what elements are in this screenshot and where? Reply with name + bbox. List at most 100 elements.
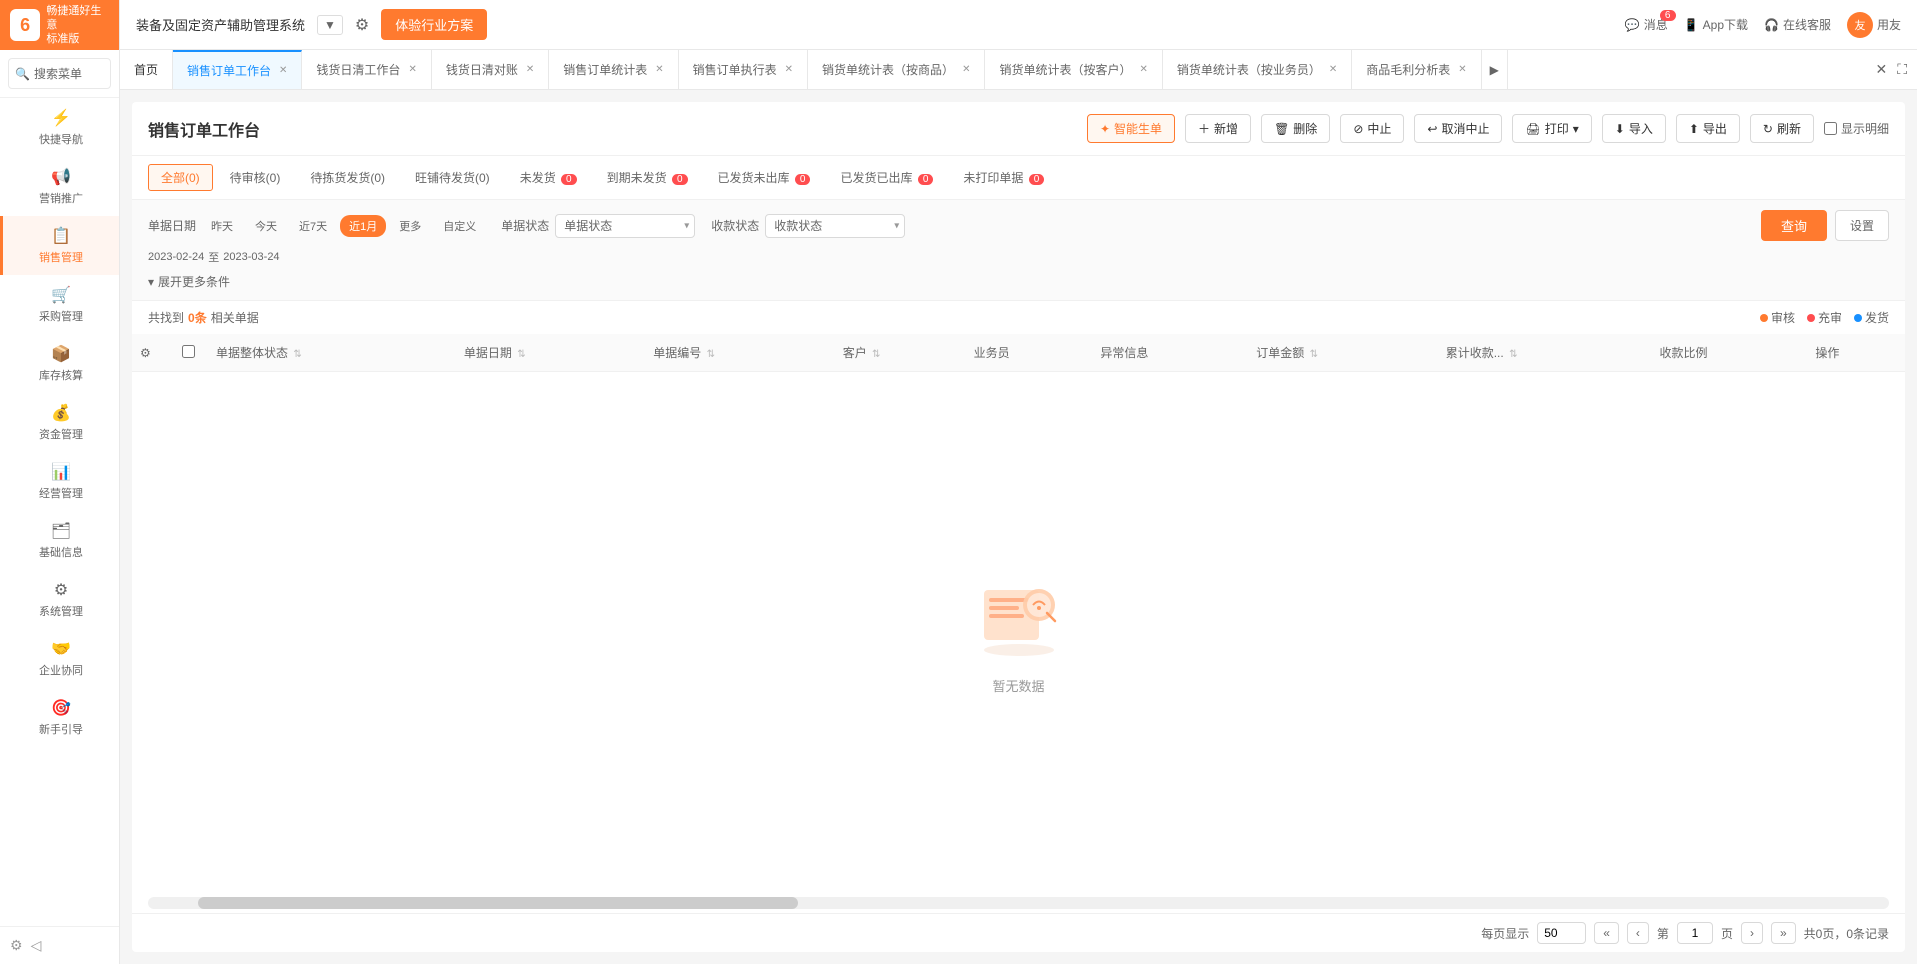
tab-close-sales-order[interactable]: ✕ bbox=[279, 65, 287, 76]
expand-conditions-btn[interactable]: ▾ 展开更多条件 bbox=[148, 273, 230, 290]
tab-sales-order[interactable]: 销售订单工作台 ✕ bbox=[173, 50, 302, 89]
tab-sales-stats[interactable]: 销售订单统计表 ✕ bbox=[549, 50, 678, 89]
sidebar-item-basic-info[interactable]: 🗂 基础信息 bbox=[0, 511, 119, 570]
date-chip-yesterday[interactable]: 昨天 bbox=[202, 215, 242, 237]
ai-generate-btn[interactable]: ✦ 智能生单 bbox=[1087, 114, 1175, 143]
search-settings-btn[interactable]: 设置 bbox=[1835, 210, 1889, 241]
unreview-action-btn[interactable]: 充审 bbox=[1807, 309, 1842, 326]
tab-sales-summary-staff[interactable]: 销货单统计表（按业务员） ✕ bbox=[1163, 50, 1352, 89]
refresh-btn[interactable]: ↻ 刷新 bbox=[1750, 114, 1814, 143]
import-btn[interactable]: ⬇ 导入 bbox=[1602, 114, 1666, 143]
tab-close-all-btn[interactable]: ✕ bbox=[1871, 59, 1891, 80]
tab-home[interactable]: 首页 bbox=[120, 50, 173, 89]
sidebar-item-enterprise[interactable]: 🤝 企业协同 bbox=[0, 629, 119, 688]
export-btn[interactable]: ⬆ 导出 bbox=[1676, 114, 1740, 143]
tab-close-sales-stats[interactable]: ✕ bbox=[655, 64, 663, 75]
tab-more-btn[interactable]: ▶ bbox=[1482, 50, 1508, 89]
date-chip-today[interactable]: 今天 bbox=[246, 215, 286, 237]
filter-tab-wangpu-ship[interactable]: 旺铺待发货(0) bbox=[402, 164, 503, 191]
filter-tab-pending-review[interactable]: 待审核(0) bbox=[217, 164, 294, 191]
sort-customer[interactable]: ⇅ bbox=[872, 349, 880, 360]
messages-btn[interactable]: 💬 消息 6 bbox=[1625, 16, 1668, 33]
sidebar-item-finance[interactable]: 💰 资金管理 bbox=[0, 393, 119, 452]
horizontal-scrollbar[interactable] bbox=[148, 897, 1889, 909]
search-menu-btn[interactable]: 🔍 搜索菜单 bbox=[8, 58, 111, 89]
tab-close-gross-profit[interactable]: ✕ bbox=[1458, 64, 1466, 75]
tab-cash-reconcile[interactable]: 钱货日清对账 ✕ bbox=[432, 50, 549, 89]
search-row-1: 单据日期 昨天 今天 近7天 近1月 更多 自定义 单据状态 bbox=[148, 210, 1889, 241]
sidebar-item-quick-nav[interactable]: ⚡ 快捷导航 bbox=[0, 98, 119, 157]
filter-tab-not-printed[interactable]: 未打印单据 0 bbox=[950, 164, 1057, 191]
filter-tab-shipped-out[interactable]: 已发货已出库 0 bbox=[827, 164, 946, 191]
sidebar-item-inventory[interactable]: 📦 库存核算 bbox=[0, 334, 119, 393]
filter-tab-shipped-not-out[interactable]: 已发货未出库 0 bbox=[705, 164, 824, 191]
date-chip-1month[interactable]: 近1月 bbox=[340, 215, 386, 237]
print-btn[interactable]: 🖨 打印 ▾ bbox=[1512, 114, 1591, 143]
add-btn[interactable]: ＋ 新增 bbox=[1185, 114, 1251, 143]
th-checkbox[interactable] bbox=[168, 334, 208, 372]
tab-sales-summary-customer[interactable]: 销货单统计表（按客户） ✕ bbox=[985, 50, 1162, 89]
query-btn[interactable]: 查询 bbox=[1761, 210, 1827, 241]
cancel-stop-btn[interactable]: ↩ 取消中止 bbox=[1414, 114, 1502, 143]
overdue-ship-badge: 0 bbox=[672, 174, 688, 185]
sort-date[interactable]: ⇅ bbox=[517, 349, 525, 360]
scroll-thumb[interactable] bbox=[198, 897, 798, 909]
stop-btn[interactable]: ⊘ 中止 bbox=[1340, 114, 1404, 143]
ship-action-btn[interactable]: 发货 bbox=[1854, 309, 1889, 326]
delete-btn[interactable]: 🗑 删除 bbox=[1261, 114, 1330, 143]
filter-tab-all[interactable]: 全部(0) bbox=[148, 164, 213, 191]
page-last-btn[interactable]: » bbox=[1771, 922, 1796, 944]
payment-select[interactable]: 收款状态 bbox=[765, 214, 905, 238]
status-select-wrapper: 单据状态 ▾ bbox=[555, 214, 695, 238]
header-settings-btn[interactable]: ⚙ bbox=[355, 15, 369, 35]
date-chip-7days[interactable]: 近7天 bbox=[290, 215, 336, 237]
tab-gross-profit[interactable]: 商品毛利分析表 ✕ bbox=[1352, 50, 1481, 89]
sort-collected[interactable]: ⇅ bbox=[1509, 349, 1517, 360]
sort-number[interactable]: ⇅ bbox=[707, 349, 715, 360]
settings-gear-btn[interactable]: ⚙ bbox=[10, 937, 23, 954]
sidebar-item-tutorial[interactable]: 🎯 新手引导 bbox=[0, 688, 119, 747]
page-size-select[interactable]: 50 10 20 100 bbox=[1537, 922, 1586, 944]
column-settings-icon[interactable]: ⚙ bbox=[140, 346, 151, 360]
user-avatar-btn[interactable]: 友 用友 bbox=[1847, 12, 1901, 38]
collapse-sidebar-btn[interactable]: ◁ bbox=[31, 937, 42, 954]
tab-sales-exec[interactable]: 销售订单执行表 ✕ bbox=[679, 50, 808, 89]
page-next-btn[interactable]: › bbox=[1741, 922, 1763, 944]
cancel-stop-icon: ↩ bbox=[1427, 122, 1437, 136]
sort-amount[interactable]: ⇅ bbox=[1310, 349, 1318, 360]
show-detail-checkbox[interactable]: 显示明细 bbox=[1824, 120, 1889, 137]
sidebar-item-sales[interactable]: 📋 销售管理 bbox=[0, 216, 119, 275]
tab-close-summary-customer[interactable]: ✕ bbox=[1139, 64, 1147, 75]
date-chip-more[interactable]: 更多 bbox=[390, 215, 430, 237]
tab-close-summary-staff[interactable]: ✕ bbox=[1329, 64, 1337, 75]
tab-close-cash-daily[interactable]: ✕ bbox=[408, 64, 416, 75]
status-select[interactable]: 单据状态 bbox=[555, 214, 695, 238]
review-action-btn[interactable]: 审核 bbox=[1760, 309, 1795, 326]
online-service-btn[interactable]: 🎧 在线客服 bbox=[1764, 16, 1831, 33]
tab-close-summary-product[interactable]: ✕ bbox=[962, 64, 970, 75]
sort-status[interactable]: ⇅ bbox=[293, 349, 301, 360]
page-prev-btn[interactable]: ‹ bbox=[1627, 922, 1649, 944]
expand-system-btn[interactable]: ▼ bbox=[317, 15, 343, 35]
sidebar-item-purchase[interactable]: 🛒 采购管理 bbox=[0, 275, 119, 334]
filter-tab-not-shipped[interactable]: 未发货 0 bbox=[507, 164, 590, 191]
filter-tab-pending-receive[interactable]: 待拣货发货(0) bbox=[297, 164, 398, 191]
date-chip-custom[interactable]: 自定义 bbox=[434, 215, 485, 237]
show-detail-input[interactable] bbox=[1824, 122, 1837, 135]
tab-fullscreen-btn[interactable]: ⛶ bbox=[1893, 59, 1911, 80]
filter-tab-overdue-ship[interactable]: 到期未发货 0 bbox=[594, 164, 701, 191]
sidebar-item-operations[interactable]: 📊 经营管理 bbox=[0, 452, 119, 511]
th-settings[interactable]: ⚙ bbox=[132, 334, 168, 372]
tab-cash-daily[interactable]: 钱货日清工作台 ✕ bbox=[302, 50, 431, 89]
sidebar-item-system[interactable]: ⚙ 系统管理 bbox=[0, 570, 119, 629]
solution-btn[interactable]: 体验行业方案 bbox=[381, 9, 487, 40]
select-all-checkbox[interactable] bbox=[182, 345, 195, 358]
empty-illustration bbox=[969, 570, 1069, 660]
tab-close-sales-exec[interactable]: ✕ bbox=[785, 64, 793, 75]
page-first-btn[interactable]: « bbox=[1594, 922, 1619, 944]
tab-close-cash-reconcile[interactable]: ✕ bbox=[526, 64, 534, 75]
page-number-input[interactable] bbox=[1677, 922, 1713, 944]
app-download-btn[interactable]: 📱 App下载 bbox=[1684, 16, 1748, 33]
tab-sales-summary-product[interactable]: 销货单统计表（按商品） ✕ bbox=[808, 50, 985, 89]
sidebar-item-marketing[interactable]: 📢 营销推广 bbox=[0, 157, 119, 216]
